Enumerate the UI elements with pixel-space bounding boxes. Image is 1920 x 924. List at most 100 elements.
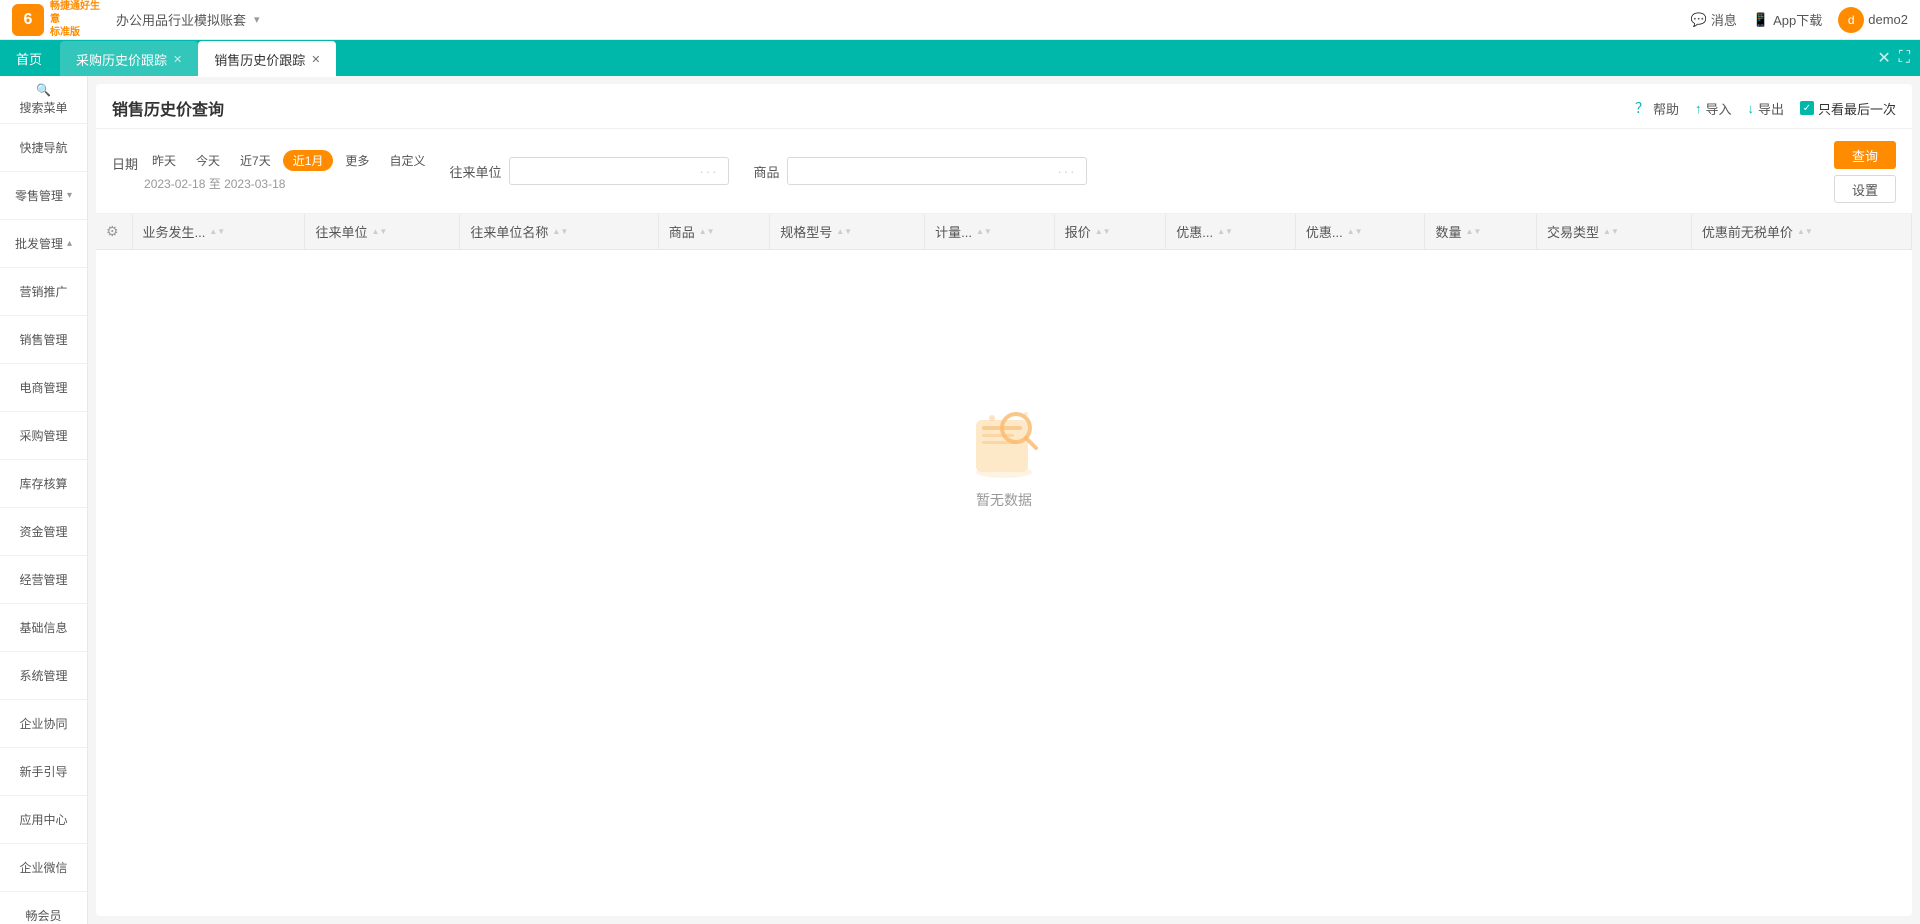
message-icon: 💬 (1691, 12, 1707, 28)
tab-bar-right: ✕ ⛶ (1877, 48, 1920, 68)
col-price-header[interactable]: 报价 ▲▼ (1054, 214, 1166, 250)
tab-home[interactable]: 首页 (0, 40, 58, 76)
col-partner-name-header[interactable]: 往来单位名称 ▲▼ (460, 214, 658, 250)
sidebar-item-quick[interactable]: 快捷导航 (0, 124, 87, 172)
partner-input-dots: ··· (699, 164, 718, 179)
filter-inputs-row: 往来单位 ··· 商品 ··· (449, 157, 1818, 185)
col-partner-name-label: 往来单位名称 (470, 222, 548, 241)
import-btn[interactable]: ↑ 导入 (1695, 99, 1732, 118)
col-pretax-price-header[interactable]: 优惠前无税单价 ▲▼ (1691, 214, 1911, 250)
retail-label: 零售管理 (15, 187, 63, 204)
logo-icon: 6 (12, 4, 44, 36)
col-spec-header[interactable]: 规格型号 ▲▼ (770, 214, 925, 250)
partner-label: 往来单位 (449, 162, 501, 181)
tab-sales-close[interactable]: ✕ (311, 53, 320, 66)
col-discount1-header[interactable]: 优惠... ▲▼ (1166, 214, 1296, 250)
content-area: 销售历史价查询 ？ 帮助 ↑ 导入 ↓ 导出 ✓ (88, 76, 1920, 924)
empty-state: 暂无数据 (96, 250, 1912, 650)
help-label: 帮助 (1653, 99, 1679, 118)
app-download-btn[interactable]: 📱 App下载 (1753, 10, 1822, 29)
col-unit-label: 计量... (935, 222, 972, 241)
col-biz-date-header[interactable]: 业务发生... ▲▼ (132, 214, 305, 250)
date-option-today[interactable]: 今天 (188, 150, 228, 171)
date-option-more[interactable]: 更多 (337, 150, 377, 171)
date-range-display: 2023-02-18 至 2023-03-18 (144, 175, 433, 192)
sidebar-item-basic[interactable]: 基础信息 (0, 604, 87, 652)
business-label: 经营管理 (19, 571, 67, 588)
tab-close-all-btn[interactable]: ✕ (1877, 48, 1890, 68)
sidebar-item-wholesale[interactable]: 批发管理 ▴ (0, 220, 87, 268)
sort-price-icon: ▲▼ (1095, 227, 1111, 236)
sidebar-item-marketing[interactable]: 营销推广 (0, 268, 87, 316)
col-discount2-header[interactable]: 优惠... ▲▼ (1295, 214, 1425, 250)
help-btn[interactable]: ？ 帮助 (1635, 98, 1679, 118)
date-option-1month[interactable]: 近1月 (283, 150, 334, 171)
sort-partner-name-icon: ▲▼ (552, 227, 568, 236)
partner-filter-wrap: 往来单位 ··· (449, 157, 729, 185)
sidebar-search-label: 搜索菜单 (19, 99, 67, 116)
date-options-row: 昨天 今天 近7天 近1月 更多 自定义 (144, 150, 433, 171)
col-biz-date-label: 业务发生... (143, 222, 206, 241)
col-quantity-header[interactable]: 数量 ▲▼ (1425, 214, 1537, 250)
goods-input[interactable]: ··· (787, 157, 1087, 185)
date-filter-col: 昨天 今天 近7天 近1月 更多 自定义 2023-02-18 至 2023-0… (144, 150, 433, 192)
col-discount2-label: 优惠... (1306, 222, 1343, 241)
sidebar-item-ecommerce[interactable]: 电商管理 (0, 364, 87, 412)
sidebar-item-enterprise[interactable]: 企业协同 (0, 700, 87, 748)
sidebar-item-search[interactable]: 🔍 搜索菜单 (0, 76, 87, 124)
col-partner-code-header[interactable]: 往来单位 ▲▼ (305, 214, 460, 250)
col-discount1-label: 优惠... (1176, 222, 1213, 241)
sidebar-item-member[interactable]: 畅会员 (0, 892, 87, 924)
user-profile[interactable]: d demo2 (1838, 7, 1908, 33)
export-btn[interactable]: ↓ 导出 (1747, 99, 1784, 118)
sidebar-item-system[interactable]: 系统管理 (0, 652, 87, 700)
message-btn[interactable]: 💬 消息 (1691, 10, 1737, 29)
col-settings-header[interactable]: ⚙ (96, 214, 132, 250)
help-icon: ？ (1635, 98, 1649, 118)
logo-area: 6 畅捷通好生意 标准版 (12, 0, 100, 39)
finance-label: 资金管理 (19, 523, 67, 540)
sidebar-item-purchase[interactable]: 采购管理 (0, 412, 87, 460)
col-spec-label: 规格型号 (780, 222, 832, 241)
purchase-label: 采购管理 (19, 427, 67, 444)
import-icon: ↑ (1695, 101, 1702, 116)
enterprise-label: 企业协同 (19, 715, 67, 732)
query-button[interactable]: 查询 (1834, 141, 1896, 169)
system-name: 办公用品行业模拟账套 (116, 10, 246, 29)
sidebar-item-finance[interactable]: 资金管理 (0, 508, 87, 556)
sort-goods-icon: ▲▼ (699, 227, 715, 236)
avatar: d (1838, 7, 1864, 33)
col-trade-type-header[interactable]: 交易类型 ▲▼ (1537, 214, 1692, 250)
sidebar-item-wechat[interactable]: 企业微信 (0, 844, 87, 892)
table-header-row: ⚙ 业务发生... ▲▼ 往来单位 (96, 214, 1912, 250)
tab-fullscreen-btn[interactable]: ⛶ (1899, 49, 1910, 67)
tab-purchase[interactable]: 采购历史价跟踪 ✕ (60, 41, 198, 77)
sidebar-item-appstore[interactable]: 应用中心 (0, 796, 87, 844)
marketing-label: 营销推广 (19, 283, 67, 300)
sidebar-item-sales-mgmt[interactable]: 销售管理 (0, 316, 87, 364)
col-goods-header[interactable]: 商品 ▲▼ (658, 214, 770, 250)
system-dropdown-arrow[interactable]: ▾ (254, 13, 260, 26)
sidebar-item-business[interactable]: 经营管理 (0, 556, 87, 604)
col-settings-icon: ⚙ (106, 223, 119, 239)
sort-biz-date-icon: ▲▼ (209, 227, 225, 236)
import-label: 导入 (1705, 99, 1731, 118)
date-option-custom[interactable]: 自定义 (381, 150, 433, 171)
ecommerce-label: 电商管理 (19, 379, 67, 396)
only-last-checkbox-area[interactable]: ✓ 只看最后一次 (1800, 99, 1896, 118)
sidebar-item-retail[interactable]: 零售管理 ▾ (0, 172, 87, 220)
sidebar-item-inventory[interactable]: 库存核算 (0, 460, 87, 508)
date-option-yesterday[interactable]: 昨天 (144, 150, 184, 171)
tab-sales[interactable]: 销售历史价跟踪 ✕ (198, 41, 336, 77)
settings-button[interactable]: 设置 (1834, 175, 1896, 203)
sort-partner-code-icon: ▲▼ (372, 227, 388, 236)
sidebar-item-newbie[interactable]: 新手引导 (0, 748, 87, 796)
filter-action-btns: 查询 设置 (1834, 141, 1896, 203)
partner-input[interactable]: ··· (509, 157, 729, 185)
col-unit-header[interactable]: 计量... ▲▼ (925, 214, 1055, 250)
tab-purchase-close[interactable]: ✕ (173, 53, 182, 66)
only-last-checkbox[interactable]: ✓ (1800, 101, 1814, 115)
quick-nav-label: 快捷导航 (19, 139, 67, 156)
date-option-7days[interactable]: 近7天 (232, 150, 279, 171)
filter-row: 日期 昨天 今天 近7天 近1月 更多 自定义 2023-02-18 至 202… (96, 129, 1912, 214)
